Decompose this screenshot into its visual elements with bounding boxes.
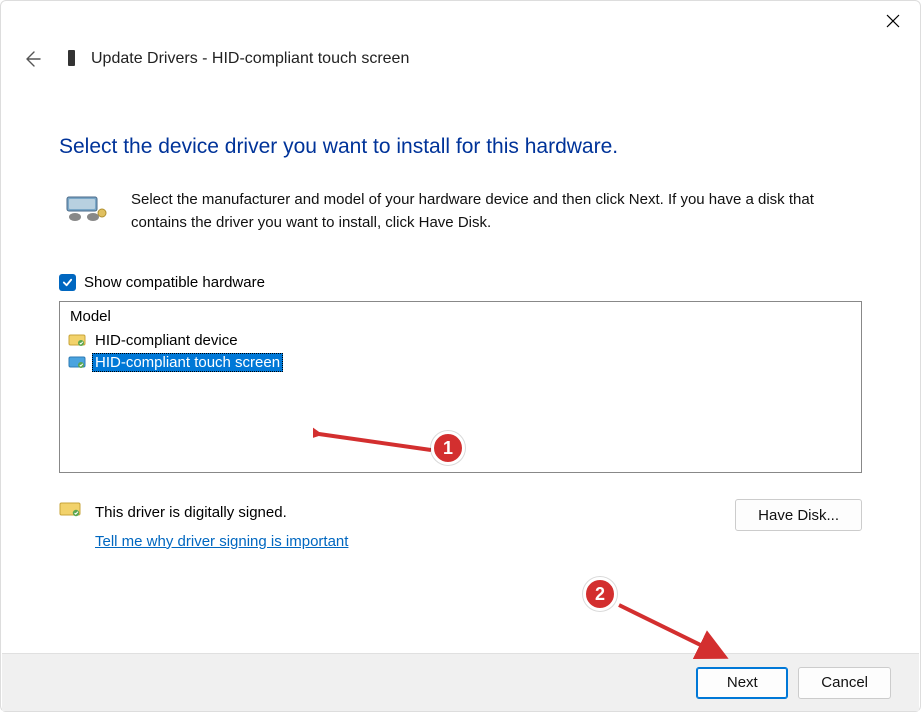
list-item[interactable]: HID-compliant device: [68, 329, 853, 351]
titlebar: [1, 1, 920, 39]
show-compatible-checkbox[interactable]: [59, 274, 76, 291]
list-item[interactable]: HID-compliant touch screen: [68, 351, 853, 373]
dialog-title: Update Drivers - HID-compliant touch scr…: [91, 50, 409, 68]
close-button[interactable]: [870, 5, 916, 37]
driver-signed-icon: [68, 354, 88, 370]
instruction-text: Select the manufacturer and model of you…: [119, 189, 862, 234]
signature-text-block: This driver is digitally signed. Tell me…: [95, 499, 348, 556]
driver-signing-link[interactable]: Tell me why driver signing is important: [95, 528, 348, 557]
list-header: Model: [68, 306, 853, 329]
hardware-icon: [59, 189, 119, 231]
next-button[interactable]: Next: [696, 667, 788, 699]
signature-row: This driver is digitally signed. Tell me…: [59, 499, 862, 556]
dialog-header: Update Drivers - HID-compliant touch scr…: [1, 39, 920, 79]
have-disk-button[interactable]: Have Disk...: [735, 499, 862, 531]
device-icon: [63, 48, 81, 70]
driver-signed-icon: [68, 332, 88, 348]
certificate-icon: [59, 499, 83, 519]
back-arrow-icon: [23, 50, 41, 68]
page-title: Select the device driver you want to ins…: [59, 135, 862, 159]
annotation-badge-1: 1: [431, 431, 465, 465]
back-button[interactable]: [21, 48, 43, 70]
dialog-content: Select the device driver you want to ins…: [1, 79, 920, 556]
check-icon: [62, 277, 73, 288]
dialog-button-bar: Next Cancel: [2, 653, 919, 711]
signature-status: This driver is digitally signed.: [95, 499, 348, 528]
compatible-hardware-row: Show compatible hardware: [59, 274, 862, 291]
annotation-badge-2: 2: [583, 577, 617, 611]
instruction-row: Select the manufacturer and model of you…: [59, 189, 862, 234]
close-icon: [886, 14, 900, 28]
list-item-label: HID-compliant touch screen: [92, 353, 283, 372]
update-drivers-dialog: Update Drivers - HID-compliant touch scr…: [0, 0, 921, 712]
list-item-label: HID-compliant device: [92, 331, 241, 350]
cancel-button[interactable]: Cancel: [798, 667, 891, 699]
show-compatible-label[interactable]: Show compatible hardware: [84, 274, 265, 291]
